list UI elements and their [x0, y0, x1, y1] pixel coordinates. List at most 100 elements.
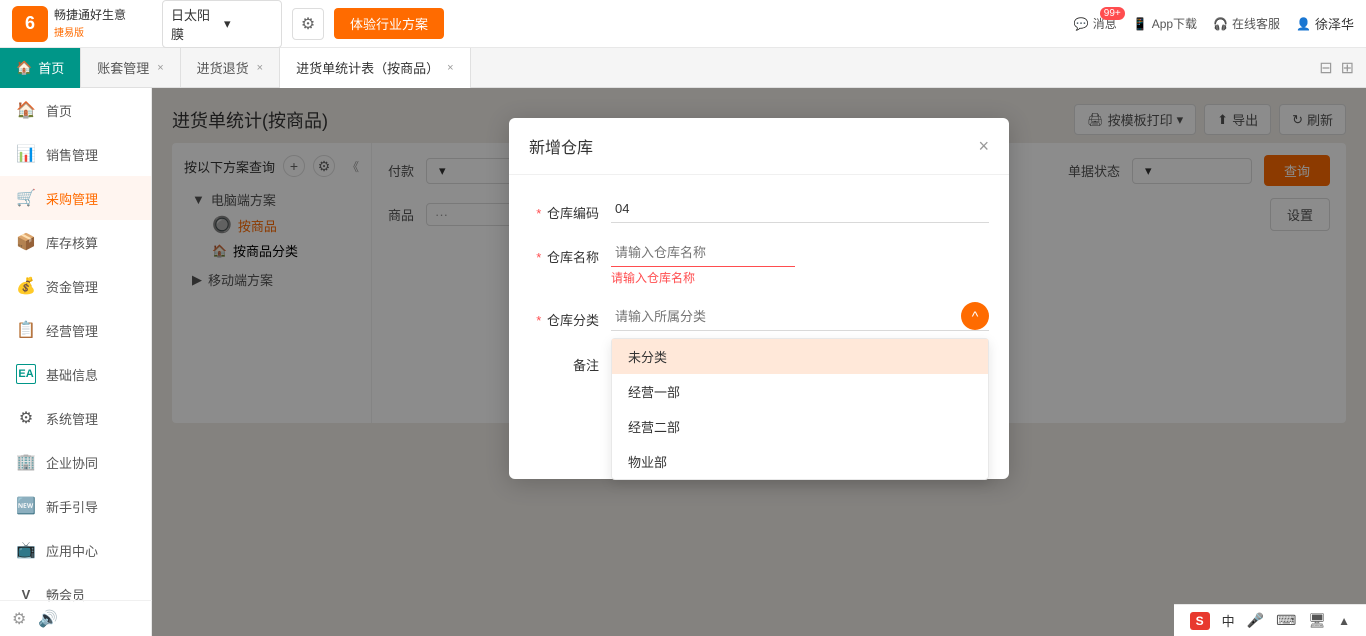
app-download-label: App下载	[1152, 15, 1197, 32]
service-btn[interactable]: 🎧 在线客服	[1213, 15, 1280, 32]
name-label-text: 仓库名称	[547, 250, 599, 265]
category-toggle-btn[interactable]: ^	[961, 302, 989, 330]
code-label-text: 仓库编码	[547, 206, 599, 221]
monitor-icon[interactable]: 🖥	[1308, 612, 1326, 629]
tab-account-label: 账套管理	[97, 58, 149, 77]
more-icon[interactable]: ▲	[1338, 614, 1350, 628]
guide-icon: 🆕	[16, 496, 36, 516]
modal-header: 新增仓库 ×	[509, 118, 1009, 175]
sidebar-item-operation[interactable]: 📋 经营管理	[0, 308, 151, 352]
modal-close-btn[interactable]: ×	[978, 137, 989, 155]
code-label: * 仓库编码	[529, 195, 599, 222]
apps-icon: 📺	[16, 540, 36, 560]
user-area[interactable]: 👤 徐泽华	[1296, 14, 1354, 33]
tab-account-close[interactable]: ×	[157, 62, 163, 74]
sidebar-item-home[interactable]: 🏠 首页	[0, 88, 151, 132]
sidebar-basic-label: 基础信息	[46, 365, 98, 384]
category-dropdown: 未分类 经营一部 经营二部 物业部	[611, 338, 989, 480]
tab-account[interactable]: 账套管理 ×	[81, 48, 180, 88]
sidebar: 🏠 首页 📊 销售管理 🛒 采购管理 📦 库存核算 💰 资金管理 📋 经营管理 …	[0, 88, 152, 636]
tab-home-label: 首页	[38, 58, 64, 77]
edition-label: 捷易版	[54, 24, 126, 39]
sidebar-apps-label: 应用中心	[46, 541, 98, 560]
name-error-msg: 请输入仓库名称	[611, 269, 795, 286]
app-download-btn[interactable]: 📱 App下载	[1133, 15, 1197, 32]
mic-icon[interactable]: 🎤	[1247, 612, 1264, 629]
settings-bottom-icon[interactable]: ⚙	[12, 609, 26, 629]
purchase-icon: 🛒	[16, 188, 36, 208]
bottom-bar: S 中 🎤 ⌨ 🖥 ▲	[1174, 604, 1366, 636]
sidebar-item-guide[interactable]: 🆕 新手引导	[0, 484, 151, 528]
sidebar-sales-label: 销售管理	[46, 145, 98, 164]
category-label: * 仓库分类	[529, 302, 599, 329]
tab-purchase-return[interactable]: 进货退货 ×	[181, 48, 280, 88]
form-row-category: * 仓库分类 ^ 未分类 经营一部 经	[529, 302, 989, 331]
tab-purchase-stat-label: 进货单统计表（按商品）	[296, 58, 439, 77]
dropdown-item-property[interactable]: 物业部	[612, 444, 988, 479]
inventory-icon: 📦	[16, 232, 36, 252]
dropdown-item-none[interactable]: 未分类	[612, 339, 988, 374]
sidebar-item-enterprise[interactable]: 🏢 企业协同	[0, 440, 151, 484]
form-row-name: * 仓库名称 请输入仓库名称	[529, 239, 989, 286]
tab-purchase-return-close[interactable]: ×	[257, 62, 263, 74]
user-name: 徐泽华	[1315, 14, 1354, 33]
form-row-code: * 仓库编码	[529, 195, 989, 223]
dropdown-item-ops1[interactable]: 经营一部	[612, 374, 988, 409]
sales-icon: 📊	[16, 144, 36, 164]
tab-minimize-icon[interactable]: ⊟	[1319, 58, 1332, 78]
sidebar-enterprise-label: 企业协同	[46, 453, 98, 472]
user-avatar-icon: 👤	[1296, 17, 1311, 31]
sidebar-item-apps[interactable]: 📺 应用中心	[0, 528, 151, 572]
home-icon: 🏠	[16, 60, 32, 76]
sidebar-item-system[interactable]: ⚙ 系统管理	[0, 396, 151, 440]
category-label-text: 仓库分类	[547, 313, 599, 328]
tab-purchase-stat-close[interactable]: ×	[447, 62, 453, 74]
sidebar-operation-label: 经营管理	[46, 321, 98, 340]
chevron-down-icon: ▾	[224, 16, 273, 32]
store-name: 日太阳膜	[171, 5, 220, 43]
settings-icon[interactable]: ⚙	[292, 8, 324, 40]
sogou-icon[interactable]: S	[1190, 612, 1210, 630]
required-mark-name: *	[536, 250, 541, 265]
dropdown-item-ops2[interactable]: 经营二部	[612, 409, 988, 444]
trial-button[interactable]: 体验行业方案	[334, 8, 444, 39]
sidebar-guide-label: 新手引导	[46, 497, 98, 516]
chinese-input-icon[interactable]: 中	[1222, 611, 1235, 630]
code-input[interactable]	[611, 195, 989, 223]
finance-icon: 💰	[16, 276, 36, 296]
volume-icon[interactable]: 🔊	[38, 609, 58, 629]
logo-icon: 6	[12, 6, 48, 42]
tab-home[interactable]: 🏠 首页	[0, 48, 81, 88]
top-bar: 6 畅捷通好生意 捷易版 日太阳膜 ▾ ⚙ 体验行业方案 💬 消息 99+ 📱 …	[0, 0, 1366, 48]
tab-purchase-stat[interactable]: 进货单统计表（按商品） ×	[280, 48, 470, 88]
name-input[interactable]	[611, 239, 795, 267]
category-input[interactable]	[611, 303, 961, 330]
tab-expand-icon[interactable]: ⊞	[1341, 58, 1354, 78]
name-field-wrap: 请输入仓库名称	[611, 239, 795, 286]
store-selector[interactable]: 日太阳膜 ▾	[162, 0, 282, 48]
sidebar-item-basic[interactable]: EA 基础信息	[0, 352, 151, 396]
name-label: * 仓库名称	[529, 239, 599, 266]
message-btn[interactable]: 💬 消息 99+	[1074, 15, 1117, 32]
basic-icon: EA	[16, 364, 36, 384]
sidebar-item-purchase[interactable]: 🛒 采购管理	[0, 176, 151, 220]
tab-bar: 🏠 首页 账套管理 × 进货退货 × 进货单统计表（按商品） × ⊟ ⊞	[0, 48, 1366, 88]
phone-icon: 📱	[1133, 17, 1148, 31]
sidebar-finance-label: 资金管理	[46, 277, 98, 296]
headset-icon: 🎧	[1213, 17, 1228, 31]
sidebar-purchase-label: 采购管理	[46, 189, 98, 208]
sidebar-inventory-label: 库存核算	[46, 233, 98, 252]
sidebar-item-inventory[interactable]: 📦 库存核算	[0, 220, 151, 264]
enterprise-icon: 🏢	[16, 452, 36, 472]
required-mark-cat: *	[536, 313, 541, 328]
operation-icon: 📋	[16, 320, 36, 340]
brand-text: 畅捷通好生意 捷易版	[54, 8, 126, 39]
sidebar-item-sales[interactable]: 📊 销售管理	[0, 132, 151, 176]
keyboard-icon[interactable]: ⌨	[1276, 612, 1296, 629]
sidebar-item-finance[interactable]: 💰 资金管理	[0, 264, 151, 308]
content-area: 进货单统计(按商品) 🖨 按模板打印 ▾ ⬆ 导出 ↻ 刷新	[152, 88, 1366, 636]
top-right-area: 💬 消息 99+ 📱 App下载 🎧 在线客服 👤 徐泽华	[1074, 14, 1354, 33]
message-badge: 99+	[1100, 7, 1125, 20]
main-layout: 🏠 首页 📊 销售管理 🛒 采购管理 📦 库存核算 💰 资金管理 📋 经营管理 …	[0, 88, 1366, 636]
brand-name: 畅捷通好生意	[54, 8, 126, 24]
